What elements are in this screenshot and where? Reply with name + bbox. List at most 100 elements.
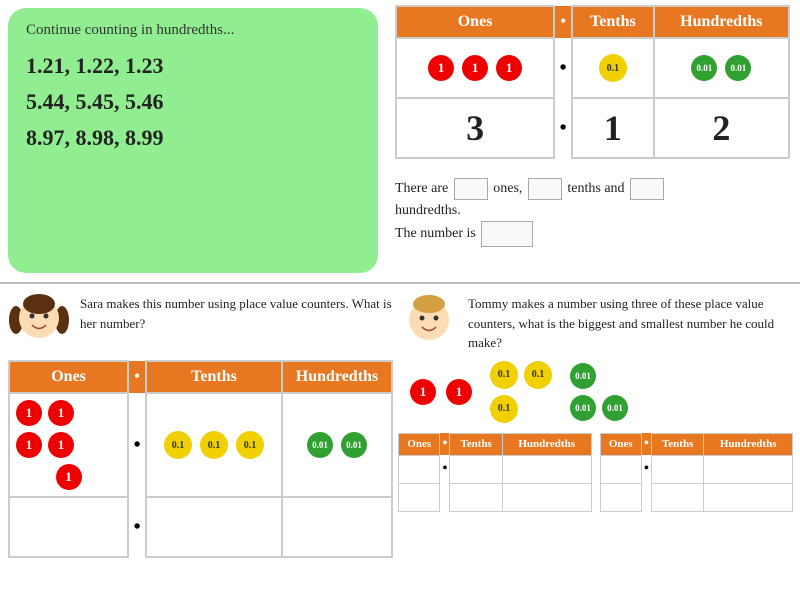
- td-ones-s2: [600, 483, 641, 511]
- top-place-value-area: Ones • Tenths Hundredths 1 1 1 • 0.1 0.0…: [395, 5, 790, 159]
- empty-ones: [9, 497, 128, 557]
- dot-cell-2: •: [554, 98, 572, 158]
- counter: 0.1: [236, 431, 264, 459]
- exercise-title: Continue counting in hundredths...: [26, 22, 360, 39]
- table-row-numbers: 3 • 1 2: [396, 98, 789, 158]
- td-dot-2: [440, 483, 450, 511]
- td-ones: [399, 455, 440, 483]
- counter: 0.01: [570, 363, 596, 389]
- td-dot-s2: [641, 483, 651, 511]
- counter: 1: [410, 379, 436, 405]
- ones-input[interactable]: [454, 178, 488, 200]
- td-hundredths: [502, 455, 591, 483]
- tenths-input[interactable]: [528, 178, 562, 200]
- sara-hundredths-header: Hundredths: [282, 361, 392, 393]
- sara-avatar: [8, 290, 70, 352]
- th-dot-2: •: [641, 433, 651, 455]
- th-tenths: Tenths: [450, 433, 502, 455]
- number-is-text: The number is: [395, 226, 479, 241]
- top-place-value-table: Ones • Tenths Hundredths 1 1 1 • 0.1 0.0…: [395, 5, 790, 159]
- hundredths-cell-counters: 0.01 0.01: [654, 38, 789, 98]
- td-hundredths-s: [704, 455, 793, 483]
- tenths-cell-counters: 0.1: [572, 38, 654, 98]
- dot-cell-1: •: [554, 38, 572, 98]
- tenths-header: Tenths: [572, 6, 654, 38]
- sequence-1: 1.21, 1.22, 1.23: [26, 53, 360, 79]
- hundredths-number-cell: 2: [654, 98, 789, 158]
- counter: 0.1: [164, 431, 192, 459]
- sara-section: Sara makes this number using place value…: [8, 290, 393, 558]
- ones-label: ones,: [493, 181, 526, 196]
- tenths-number-cell: 1: [572, 98, 654, 158]
- tommy-biggest-table: Ones • Tenths Hundredths •: [398, 433, 592, 512]
- ones-header: Ones: [396, 6, 554, 38]
- td-hundredths-s2: [704, 483, 793, 511]
- tommy-section: Tommy makes a number using three of thes…: [398, 290, 793, 512]
- ones-counter-1: 1: [428, 55, 454, 81]
- td-tenths: [450, 455, 502, 483]
- th-hundredths-2: Hundredths: [704, 433, 793, 455]
- table-row: 1 1 1 • 0.1 0.01 0.01: [396, 38, 789, 98]
- sara-ones-header: Ones: [9, 361, 128, 393]
- sara-dot-cell: •: [128, 393, 146, 497]
- td-hundredths-2: [502, 483, 591, 511]
- counter: 0.01: [570, 395, 596, 421]
- tommy-instructions: Tommy makes a number using three of thes…: [468, 290, 793, 353]
- dot-header: •: [554, 6, 572, 38]
- td-tenths-s2: [651, 483, 703, 511]
- hundredths-input[interactable]: [630, 178, 664, 200]
- th-tenths-2: Tenths: [651, 433, 703, 455]
- sara-instructions: Sara makes this number using place value…: [80, 290, 393, 333]
- counter: 1: [48, 432, 74, 458]
- table-row: •: [600, 455, 793, 483]
- sara-ones-cell: 1 1 1 1 1: [9, 393, 128, 497]
- ones-number-cell: 3: [396, 98, 554, 158]
- sara-hundredths-cell: 0.01 0.01: [282, 393, 392, 497]
- number-input[interactable]: [481, 221, 533, 247]
- table-row: 1 1 1 1 1 • 0.1 0.1 0.1 0.01: [9, 393, 392, 497]
- counter: 1: [56, 464, 82, 490]
- counter: 0.1: [200, 431, 228, 459]
- counter: 1: [446, 379, 472, 405]
- tommy-counters-display: 1 1 0.1 0.1 0.1 0.01 0.01 0.01: [398, 359, 793, 425]
- tommy-smallest-table: Ones • Tenths Hundredths •: [600, 433, 794, 512]
- sara-tenths-cell: 0.1 0.1 0.1: [146, 393, 282, 497]
- there-are-text: There are: [395, 181, 452, 196]
- empty-hundredths: [282, 497, 392, 557]
- ones-counter-2: 1: [462, 55, 488, 81]
- th-ones: Ones: [399, 433, 440, 455]
- counter: 0.1: [490, 361, 518, 389]
- tommy-avatar: [398, 290, 460, 352]
- tommy-header: Tommy makes a number using three of thes…: [398, 290, 793, 353]
- empty-tenths: [146, 497, 282, 557]
- tommy-tables-container: Ones • Tenths Hundredths •: [398, 433, 793, 512]
- td-tenths-2: [450, 483, 502, 511]
- th-ones-2: Ones: [600, 433, 641, 455]
- counter: 1: [16, 432, 42, 458]
- hundredths-counter-2: 0.01: [725, 55, 751, 81]
- table-row-empty: •: [9, 497, 392, 557]
- sara-dot-cell-2: •: [128, 497, 146, 557]
- sara-tenths-header: Tenths: [146, 361, 282, 393]
- hundredths-label: hundredths.: [395, 203, 461, 218]
- counter: 0.1: [490, 395, 518, 423]
- td-tenths-s: [651, 455, 703, 483]
- sequence-2: 5.44, 5.45, 5.46: [26, 89, 360, 115]
- sequence-3: 8.97, 8.98, 8.99: [26, 125, 360, 151]
- section-divider: [0, 282, 800, 284]
- td-ones-2: [399, 483, 440, 511]
- counter: 1: [48, 400, 74, 426]
- table-row: [399, 483, 592, 511]
- ones-cell-counters: 1 1 1: [396, 38, 554, 98]
- td-dot-s: •: [641, 455, 651, 483]
- th-dot: •: [440, 433, 450, 455]
- tenths-label: tenths and: [567, 181, 628, 196]
- hundredths-number: 2: [712, 108, 730, 148]
- tommy-green-counters: 0.01 0.01 0.01: [568, 361, 630, 423]
- hundredths-header: Hundredths: [654, 6, 789, 38]
- hundredths-counter-1: 0.01: [691, 55, 717, 81]
- th-hundredths: Hundredths: [502, 433, 591, 455]
- td-dot: •: [440, 455, 450, 483]
- table-row: •: [399, 455, 592, 483]
- sara-header: Sara makes this number using place value…: [8, 290, 393, 352]
